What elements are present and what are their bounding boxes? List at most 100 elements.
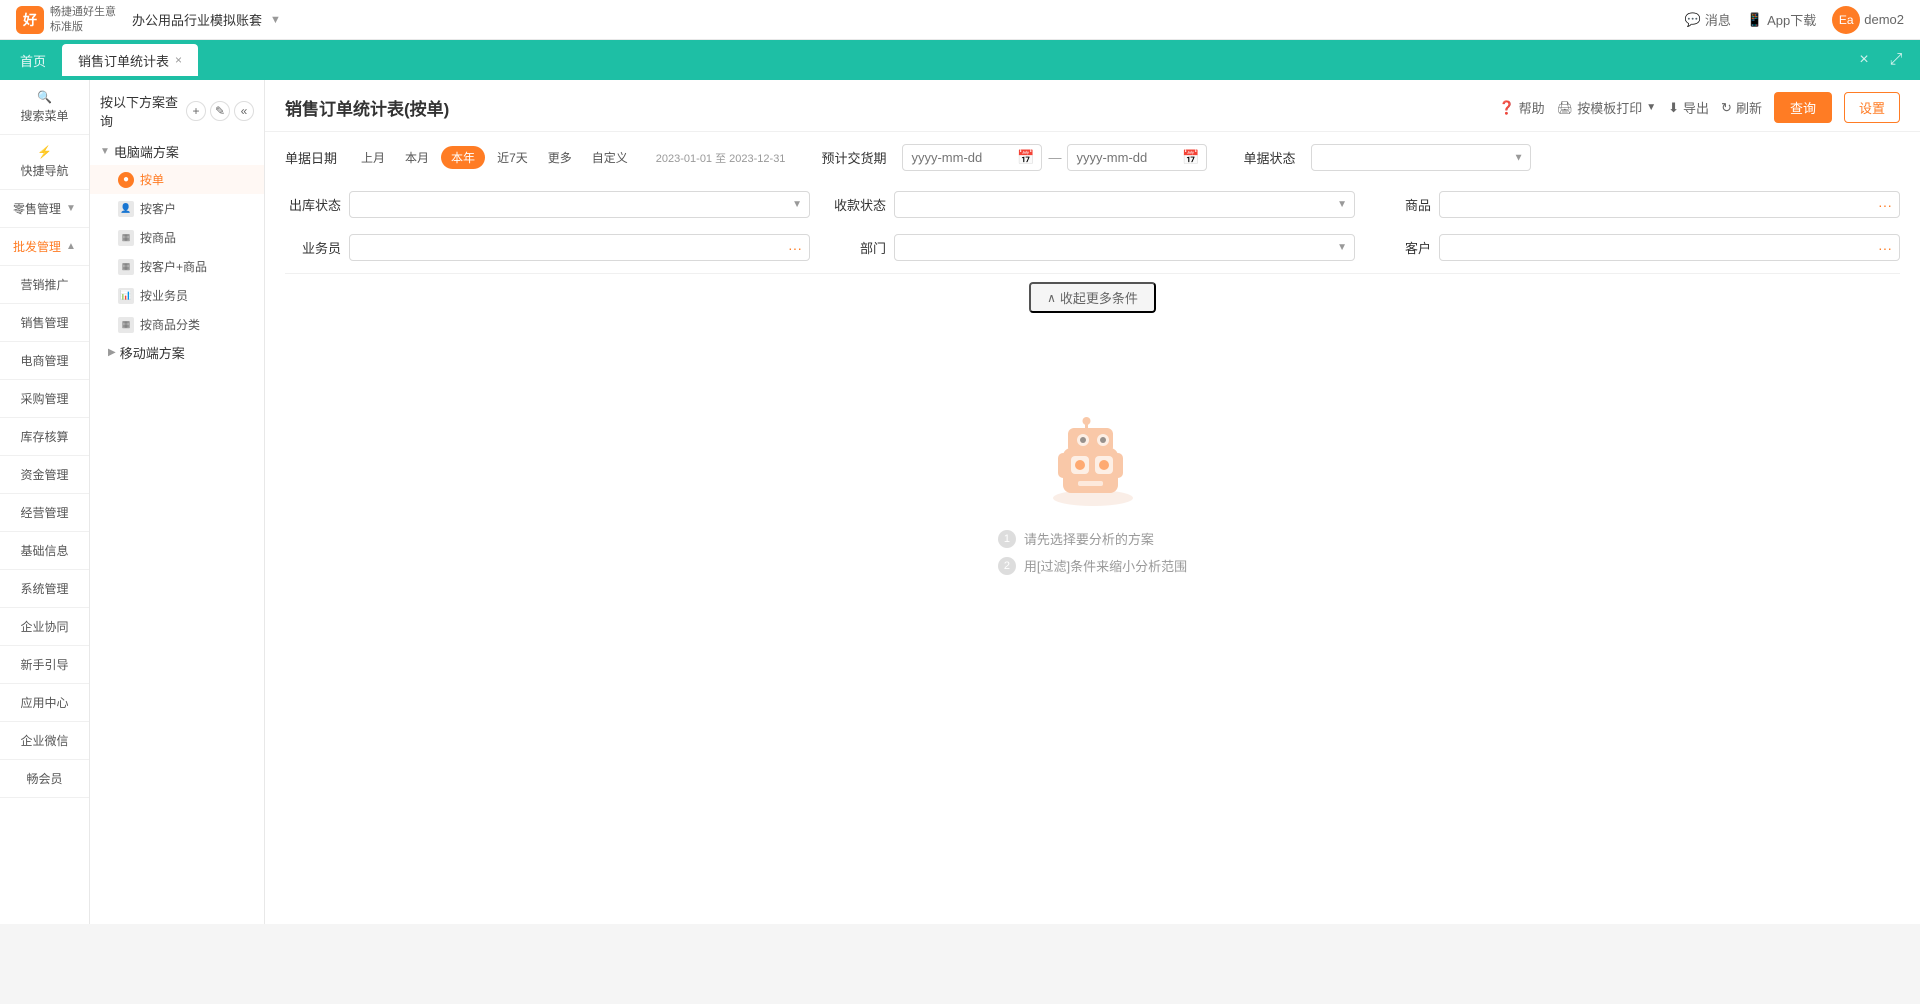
scheme-panel: 按以下方案查询 + ✎ « ▼ 电脑端方案 ● 按单 👤 按客户 (90, 80, 265, 924)
scheme-item-label: 按单 (140, 171, 164, 188)
scheme-item-by-customer[interactable]: 👤 按客户 (90, 194, 264, 223)
tip-num-1: 1 (998, 530, 1016, 548)
filter-row-date: 单据日期 上月 本月 本年 近7天 更多 自定义 2023-01-01 至 20… (285, 144, 1900, 171)
tab-home[interactable]: 首页 (4, 44, 62, 76)
scheme-item-by-product-category[interactable]: ▦ 按商品分类 (90, 310, 264, 339)
main-content: 销售订单统计表(按单) ❓ 帮助 🖨 按模板打印 ▼ ⬇ 导出 (265, 80, 1920, 924)
date-tab-last-month[interactable]: 上月 (353, 146, 393, 169)
ship-status-select[interactable] (349, 191, 810, 218)
sidebar-item-finance-mgmt[interactable]: 资金管理 (0, 456, 89, 494)
sidebar-item-retail-mgmt[interactable]: 零售管理 ▼ (0, 190, 89, 228)
app-download-btn[interactable]: 📱 App下载 (1747, 10, 1816, 29)
sidebar-item-quick-nav[interactable]: ⚡ 快捷导航 (0, 135, 89, 190)
sidebar-item-purchase-mgmt[interactable]: 采购管理 (0, 380, 89, 418)
expected-date-from-wrap: 📅 (902, 144, 1042, 171)
empty-state: 1 请先选择要分析的方案 2 用[过滤]条件来缩小分析范围 (265, 333, 1920, 635)
export-icon: ⬇ (1668, 100, 1679, 116)
date-filter-label: 单据日期 (285, 148, 337, 167)
date-tabs: 上月 本月 本年 近7天 更多 自定义 (353, 146, 636, 169)
product-label: 商品 (1375, 195, 1431, 214)
scheme-item-by-customer-product[interactable]: ▦ 按客户+商品 (90, 252, 264, 281)
export-btn[interactable]: ⬇ 导出 (1668, 98, 1709, 117)
sidebar-item-member[interactable]: 畅会员 (0, 760, 89, 798)
customer-input[interactable] (1439, 234, 1900, 261)
print-icon: 🖨 (1557, 100, 1574, 116)
scheme-category-pc[interactable]: ▼ 电脑端方案 (90, 138, 264, 165)
date-separator: — (1048, 150, 1061, 165)
sidebar-item-search-menu[interactable]: 🔍 搜索菜单 (0, 80, 89, 135)
department-select[interactable] (894, 234, 1355, 261)
order-status-select[interactable] (1311, 144, 1531, 171)
sidebar-item-sales-mgmt[interactable]: 销售管理 (0, 304, 89, 342)
refresh-icon: ↻ (1721, 100, 1732, 116)
payment-status-select[interactable] (894, 191, 1355, 218)
customer-more-icon[interactable]: ··· (1878, 240, 1892, 256)
sidebar-item-enterprise-collab[interactable]: 企业协同 (0, 608, 89, 646)
sidebar-item-enterprise-wechat[interactable]: 企业微信 (0, 722, 89, 760)
expected-delivery-range: 📅 — 📅 (902, 144, 1207, 171)
department-label: 部门 (830, 238, 886, 257)
help-icon: ❓ (1498, 100, 1514, 116)
refresh-btn[interactable]: ↻ 刷新 (1721, 98, 1762, 117)
date-tab-custom[interactable]: 自定义 (584, 146, 636, 169)
filter-field-department: 部门 ▼ (830, 234, 1355, 261)
print-btn[interactable]: 🖨 按模板打印 ▼ (1557, 98, 1656, 117)
sidebar-item-new-guide[interactable]: 新手引导 (0, 646, 89, 684)
salesperson-more-icon[interactable]: ··· (788, 240, 802, 256)
filter-fields-row2: 出库状态 ▼ 收款状态 (285, 183, 1900, 226)
sidebar-item-system-mgmt[interactable]: 系统管理 (0, 570, 89, 608)
user-menu[interactable]: Ea demo2 (1832, 6, 1904, 34)
sidebar-item-inventory-calc[interactable]: 库存核算 (0, 418, 89, 456)
page-title: 销售订单统计表(按单) (285, 95, 449, 120)
top-bar-left: 好 畅捷通好生意 标准版 办公用品行业模拟账套 ▼ (16, 5, 281, 34)
scheme-item-by-product[interactable]: ▦ 按商品 (90, 223, 264, 252)
help-btn[interactable]: ❓ 帮助 (1498, 98, 1544, 117)
dropdown-icon[interactable]: ▼ (270, 14, 281, 26)
tab-sales-order-stat[interactable]: 销售订单统计表 × (62, 44, 198, 76)
empty-tips: 1 请先选择要分析的方案 2 用[过滤]条件来缩小分析范围 (998, 529, 1187, 575)
sidebar-item-app-center[interactable]: 应用中心 (0, 684, 89, 722)
scheme-category-mobile[interactable]: ▶ 移动端方案 (90, 339, 264, 366)
tab-action-expand[interactable]: ⤢ (1884, 48, 1908, 72)
filter-field-ship-status: 出库状态 ▼ (285, 191, 810, 218)
product-input[interactable] (1439, 191, 1900, 218)
sidebar-item-ecommerce-mgmt[interactable]: 电商管理 (0, 342, 89, 380)
date-tab-this-month[interactable]: 本月 (397, 146, 437, 169)
salesperson-wrap: ··· (349, 234, 810, 261)
search-menu-icon: 🔍 (37, 90, 52, 104)
scheme-collapse-btn[interactable]: « (234, 101, 254, 121)
collapse-btn[interactable]: ∧ 收起更多条件 (1029, 282, 1156, 313)
scheme-item-label: 按商品 (140, 229, 176, 246)
filter-field-customer: 客户 ··· (1375, 234, 1900, 261)
scheme-edit-btn[interactable]: ✎ (210, 101, 230, 121)
tab-bar: 首页 销售订单统计表 × × ⤢ (0, 40, 1920, 80)
sidebar-item-marketing[interactable]: 营销推广 (0, 266, 89, 304)
settings-btn[interactable]: 设置 (1844, 92, 1900, 123)
scheme-item-by-order[interactable]: ● 按单 (90, 165, 264, 194)
product-more-icon[interactable]: ··· (1878, 197, 1892, 213)
tab-action-close[interactable]: × (1852, 48, 1876, 72)
sidebar-item-basic-info[interactable]: 基础信息 (0, 532, 89, 570)
messages-btn[interactable]: 💬 消息 (1685, 10, 1731, 29)
main-layout: 🔍 搜索菜单 ⚡ 快捷导航 零售管理 ▼ 批发管理 ▲ 营销推广 销售管理 电商… (0, 80, 1920, 924)
date-tab-more[interactable]: 更多 (540, 146, 580, 169)
scheme-item-icon: ▦ (118, 230, 134, 246)
scheme-item-label: 按业务员 (140, 287, 188, 304)
print-dropdown-icon[interactable]: ▼ (1646, 102, 1656, 113)
scheme-item-by-salesperson[interactable]: 📊 按业务员 (90, 281, 264, 310)
page-actions: ❓ 帮助 🖨 按模板打印 ▼ ⬇ 导出 ↻ 刷新 (1498, 92, 1900, 123)
filter-area: 单据日期 上月 本月 本年 近7天 更多 自定义 2023-01-01 至 20… (265, 132, 1920, 333)
sidebar-item-ops-mgmt[interactable]: 经营管理 (0, 494, 89, 532)
scheme-add-btn[interactable]: + (186, 101, 206, 121)
salesperson-label: 业务员 (285, 238, 341, 257)
date-tab-last-7[interactable]: 近7天 (489, 146, 536, 169)
expected-delivery-label: 预计交货期 (821, 148, 886, 167)
product-wrap: ··· (1439, 191, 1900, 218)
sidebar-item-wholesale-mgmt[interactable]: 批发管理 ▲ (0, 228, 89, 266)
app-title[interactable]: 办公用品行业模拟账套 (132, 10, 262, 29)
date-tab-this-year[interactable]: 本年 (441, 146, 485, 169)
sidebar: 🔍 搜索菜单 ⚡ 快捷导航 零售管理 ▼ 批发管理 ▲ 营销推广 销售管理 电商… (0, 80, 90, 924)
query-btn[interactable]: 查询 (1774, 92, 1832, 123)
salesperson-input[interactable] (349, 234, 810, 261)
tab-close-btn[interactable]: × (175, 53, 182, 67)
